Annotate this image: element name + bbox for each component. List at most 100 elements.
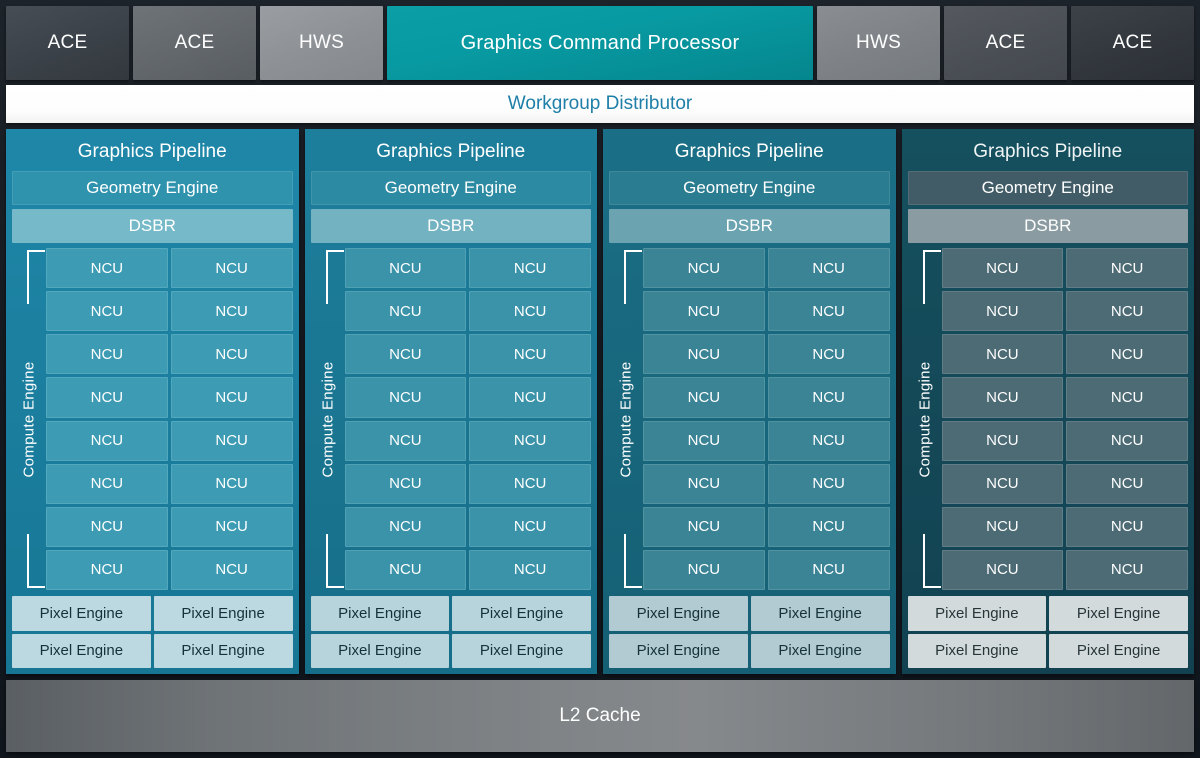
ace-block-4[interactable]: ACE <box>1071 6 1194 80</box>
pixel-engine-block[interactable]: Pixel Engine <box>452 633 591 668</box>
ncu-block[interactable]: NCU <box>46 291 168 332</box>
ncu-block[interactable]: NCU <box>469 248 591 289</box>
shader-engine-2[interactable]: Graphics Pipeline Geometry Engine DSBR C… <box>304 129 597 674</box>
ncu-block[interactable]: NCU <box>643 334 765 375</box>
ncu-block[interactable]: NCU <box>344 420 467 461</box>
ncu-block[interactable]: NCU <box>643 377 765 418</box>
ncu-block[interactable]: NCU <box>643 248 765 289</box>
pixel-engine-block[interactable]: Pixel Engine <box>452 596 591 631</box>
ncu-block[interactable]: NCU <box>469 377 591 418</box>
pixel-engine-block[interactable]: Pixel Engine <box>609 633 748 668</box>
ncu-block[interactable]: NCU <box>1066 334 1188 375</box>
ncu-block[interactable]: NCU <box>344 377 467 418</box>
geometry-engine-4[interactable]: Geometry Engine <box>907 171 1188 205</box>
ncu-block[interactable]: NCU <box>46 334 168 375</box>
ncu-block[interactable]: NCU <box>767 506 890 547</box>
ncu-block[interactable]: NCU <box>469 334 591 375</box>
pixel-engine-block[interactable]: Pixel Engine <box>310 633 450 668</box>
ncu-block[interactable]: NCU <box>344 506 467 547</box>
pixel-engine-block[interactable]: Pixel Engine <box>153 633 293 668</box>
geometry-engine-3[interactable]: Geometry Engine <box>609 171 890 205</box>
ncu-block[interactable]: NCU <box>469 291 591 332</box>
shader-engine-4[interactable]: Graphics Pipeline Geometry Engine DSBR C… <box>901 129 1194 674</box>
ncu-block[interactable]: NCU <box>1066 377 1188 418</box>
dsbr-1[interactable]: DSBR <box>12 209 293 243</box>
dsbr-2[interactable]: DSBR <box>310 209 591 243</box>
ncu-block[interactable]: NCU <box>170 248 293 289</box>
geometry-engine-1[interactable]: Geometry Engine <box>12 171 293 205</box>
pixel-engine-block[interactable]: Pixel Engine <box>907 596 1047 631</box>
pixel-engine-block[interactable]: Pixel Engine <box>907 633 1047 668</box>
ncu-block[interactable]: NCU <box>170 334 293 375</box>
geometry-engine-2[interactable]: Geometry Engine <box>310 171 591 205</box>
l2-cache-bar[interactable]: L2 Cache <box>6 680 1194 752</box>
pixel-engine-block[interactable]: Pixel Engine <box>310 596 450 631</box>
ncu-block[interactable]: NCU <box>941 377 1064 418</box>
ncu-block[interactable]: NCU <box>46 248 168 289</box>
ncu-block[interactable]: NCU <box>767 377 890 418</box>
pixel-engine-block[interactable]: Pixel Engine <box>750 596 890 631</box>
ncu-block[interactable]: NCU <box>767 463 890 504</box>
ncu-block[interactable]: NCU <box>344 334 467 375</box>
shader-engine-3[interactable]: Graphics Pipeline Geometry Engine DSBR C… <box>603 129 896 674</box>
ncu-block[interactable]: NCU <box>1066 291 1188 332</box>
ncu-block[interactable]: NCU <box>344 463 467 504</box>
ncu-block[interactable]: NCU <box>170 506 293 547</box>
ncu-block[interactable]: NCU <box>46 506 168 547</box>
hws-block-1[interactable]: HWS <box>260 6 383 80</box>
pixel-engine-block[interactable]: Pixel Engine <box>750 633 890 668</box>
pixel-engine-block[interactable]: Pixel Engine <box>609 596 748 631</box>
ace-block-1[interactable]: ACE <box>6 6 129 80</box>
ncu-block[interactable]: NCU <box>941 463 1064 504</box>
ncu-block[interactable]: NCU <box>643 463 765 504</box>
ncu-block[interactable]: NCU <box>941 248 1064 289</box>
ncu-block[interactable]: NCU <box>767 420 890 461</box>
ncu-block[interactable]: NCU <box>170 420 293 461</box>
ncu-block[interactable]: NCU <box>767 291 890 332</box>
ncu-block[interactable]: NCU <box>46 549 168 590</box>
graphics-command-processor-block[interactable]: Graphics Command Processor <box>387 6 813 80</box>
ncu-block[interactable]: NCU <box>767 549 890 590</box>
ncu-block[interactable]: NCU <box>170 377 293 418</box>
pixel-engine-block[interactable]: Pixel Engine <box>153 596 293 631</box>
ncu-block[interactable]: NCU <box>469 549 591 590</box>
ncu-block[interactable]: NCU <box>344 549 467 590</box>
ace-block-3[interactable]: ACE <box>944 6 1067 80</box>
ncu-block[interactable]: NCU <box>941 506 1064 547</box>
ncu-block[interactable]: NCU <box>170 291 293 332</box>
ncu-block[interactable]: NCU <box>1066 248 1188 289</box>
ncu-block[interactable]: NCU <box>643 549 765 590</box>
ncu-block[interactable]: NCU <box>941 334 1064 375</box>
ncu-block[interactable]: NCU <box>46 377 168 418</box>
ncu-block[interactable]: NCU <box>643 420 765 461</box>
ncu-block[interactable]: NCU <box>1066 549 1188 590</box>
ncu-block[interactable]: NCU <box>469 463 591 504</box>
ncu-block[interactable]: NCU <box>941 291 1064 332</box>
ncu-block[interactable]: NCU <box>1066 506 1188 547</box>
workgroup-distributor-bar[interactable]: Workgroup Distributor <box>6 85 1194 123</box>
ncu-block[interactable]: NCU <box>46 420 168 461</box>
dsbr-4[interactable]: DSBR <box>907 209 1188 243</box>
dsbr-3[interactable]: DSBR <box>609 209 890 243</box>
pixel-engine-block[interactable]: Pixel Engine <box>12 596 151 631</box>
ncu-block[interactable]: NCU <box>767 334 890 375</box>
ncu-block[interactable]: NCU <box>643 291 765 332</box>
ncu-block[interactable]: NCU <box>1066 420 1188 461</box>
ncu-block[interactable]: NCU <box>469 420 591 461</box>
ncu-block[interactable]: NCU <box>767 248 890 289</box>
pixel-engine-block[interactable]: Pixel Engine <box>1049 633 1188 668</box>
ncu-block[interactable]: NCU <box>941 549 1064 590</box>
shader-engine-1[interactable]: Graphics Pipeline Geometry Engine DSBR C… <box>6 129 299 674</box>
ncu-block[interactable]: NCU <box>46 463 168 504</box>
ncu-block[interactable]: NCU <box>170 463 293 504</box>
ncu-block[interactable]: NCU <box>1066 463 1188 504</box>
ace-block-2[interactable]: ACE <box>133 6 256 80</box>
pixel-engine-block[interactable]: Pixel Engine <box>1049 596 1188 631</box>
pixel-engine-block[interactable]: Pixel Engine <box>12 633 151 668</box>
ncu-block[interactable]: NCU <box>469 506 591 547</box>
ncu-block[interactable]: NCU <box>344 291 467 332</box>
ncu-block[interactable]: NCU <box>170 549 293 590</box>
ncu-block[interactable]: NCU <box>941 420 1064 461</box>
ncu-block[interactable]: NCU <box>643 506 765 547</box>
ncu-block[interactable]: NCU <box>344 248 467 289</box>
